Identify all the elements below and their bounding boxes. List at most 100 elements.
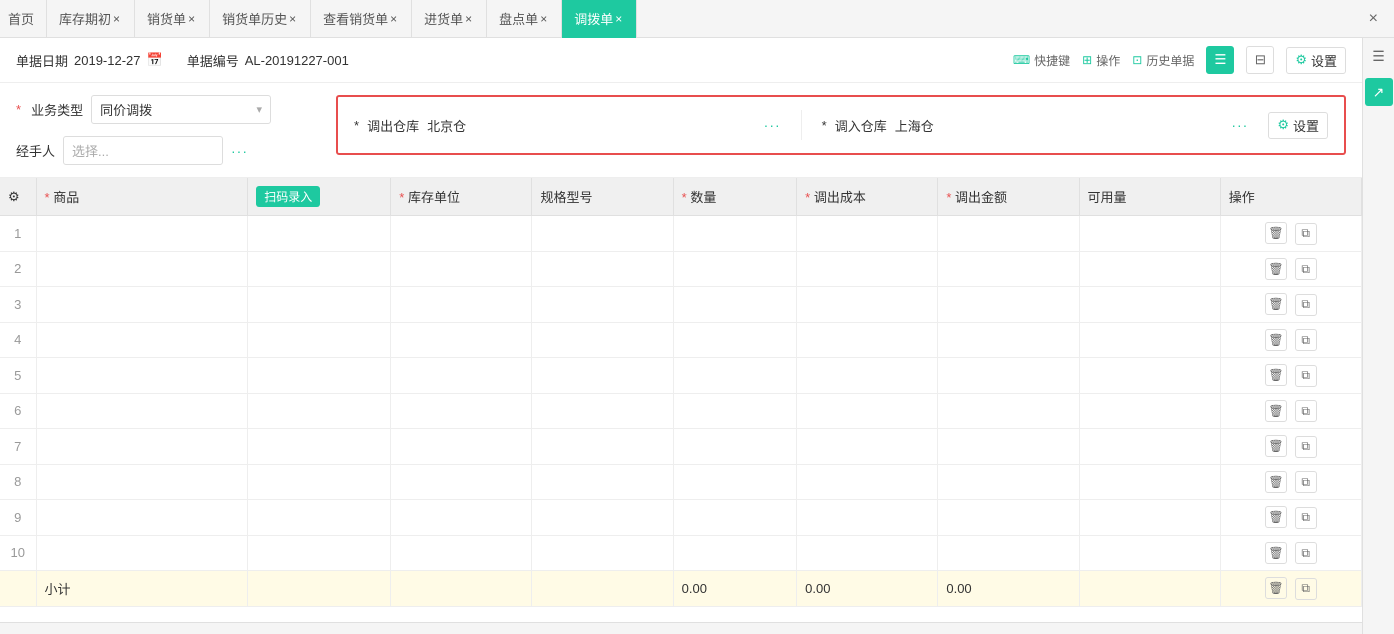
row-spec[interactable] (532, 251, 673, 287)
row-qty[interactable] (673, 216, 797, 252)
person-more-button[interactable]: ··· (231, 143, 248, 159)
row-qty[interactable] (673, 393, 797, 429)
row-spec[interactable] (532, 429, 673, 465)
row-cost[interactable] (797, 464, 938, 500)
row-cost[interactable] (797, 358, 938, 394)
row-delete-btn[interactable]: 🗑 (1265, 329, 1287, 351)
sidebar-list-icon[interactable]: ☰ (1365, 42, 1393, 70)
row-unit[interactable] (391, 429, 532, 465)
row-unit[interactable] (391, 216, 532, 252)
sidebar-export-icon[interactable]: ↗ (1365, 78, 1393, 106)
row-unit[interactable] (391, 251, 532, 287)
row-copy-btn[interactable]: ⧉ (1295, 223, 1317, 245)
row-cost[interactable] (797, 500, 938, 536)
row-amount[interactable] (938, 216, 1079, 252)
row-amount[interactable] (938, 393, 1079, 429)
row-cost[interactable] (797, 216, 938, 252)
row-delete-btn[interactable]: 🗑 (1265, 506, 1287, 528)
row-amount[interactable] (938, 287, 1079, 323)
row-cost[interactable] (797, 429, 938, 465)
tab-stock-init-close[interactable]: × (111, 12, 122, 26)
scan-button[interactable]: 扫码录入 (256, 186, 320, 207)
row-unit[interactable] (391, 322, 532, 358)
row-product[interactable] (36, 429, 248, 465)
row-amount[interactable] (938, 429, 1079, 465)
row-spec[interactable] (532, 464, 673, 500)
row-spec[interactable] (532, 216, 673, 252)
row-copy-btn[interactable]: ⧉ (1295, 471, 1317, 493)
calendar-icon[interactable]: 📅 (147, 52, 163, 68)
tab-purchase-close[interactable]: × (463, 12, 474, 26)
row-unit[interactable] (391, 393, 532, 429)
row-spec[interactable] (532, 322, 673, 358)
row-delete-btn[interactable]: 🗑 (1265, 542, 1287, 564)
row-amount[interactable] (938, 251, 1079, 287)
tab-sales-order-close[interactable]: × (186, 12, 197, 26)
row-qty[interactable] (673, 358, 797, 394)
subtotal-delete-btn[interactable]: 🗑 (1265, 577, 1287, 599)
person-select[interactable]: 选择... (63, 136, 223, 165)
shortcut-button[interactable]: ⌨ 快捷键 (1013, 52, 1070, 69)
row-delete-btn[interactable]: 🗑 (1265, 364, 1287, 386)
row-product[interactable] (36, 216, 248, 252)
business-type-select[interactable]: 同价调拨 ▾ (91, 95, 271, 124)
tab-inventory[interactable]: 盘点单 × (487, 0, 562, 38)
row-copy-btn[interactable]: ⧉ (1295, 329, 1317, 351)
row-cost[interactable] (797, 322, 938, 358)
row-product[interactable] (36, 322, 248, 358)
tab-view-sales-close[interactable]: × (388, 12, 399, 26)
row-qty[interactable] (673, 535, 797, 571)
row-spec[interactable] (532, 535, 673, 571)
row-qty[interactable] (673, 464, 797, 500)
row-copy-btn[interactable]: ⧉ (1295, 400, 1317, 422)
row-unit[interactable] (391, 464, 532, 500)
row-cost[interactable] (797, 535, 938, 571)
settings-button[interactable]: ⚙ 设置 (1286, 47, 1346, 74)
row-delete-btn[interactable]: 🗑 (1265, 258, 1287, 280)
row-product[interactable] (36, 464, 248, 500)
row-amount[interactable] (938, 464, 1079, 500)
row-qty[interactable] (673, 500, 797, 536)
row-product[interactable] (36, 500, 248, 536)
row-unit[interactable] (391, 535, 532, 571)
layout-grid-button[interactable]: ⊟ (1246, 46, 1274, 74)
tab-sales-order[interactable]: 销货单 × (135, 0, 210, 38)
row-delete-btn[interactable]: 🗑 (1265, 471, 1287, 493)
subtotal-copy-btn[interactable]: ⧉ (1295, 578, 1317, 600)
row-unit[interactable] (391, 287, 532, 323)
tab-purchase[interactable]: 进货单 × (412, 0, 487, 38)
warehouse-out-more-button[interactable]: ··· (764, 117, 781, 133)
warehouse-in-more-button[interactable]: ··· (1231, 117, 1248, 133)
tab-stock-init[interactable]: 库存期初 × (47, 0, 135, 38)
row-spec[interactable] (532, 358, 673, 394)
row-copy-btn[interactable]: ⧉ (1295, 507, 1317, 529)
row-product[interactable] (36, 535, 248, 571)
operations-button[interactable]: ⊞ 操作 (1082, 52, 1120, 69)
scroll-bar[interactable] (0, 622, 1362, 634)
warehouse-settings-button[interactable]: ⚙ 设置 (1268, 112, 1328, 139)
row-copy-btn[interactable]: ⧉ (1295, 258, 1317, 280)
window-close-button[interactable]: × (1361, 10, 1386, 28)
tab-home[interactable]: 首页 (8, 0, 47, 38)
tab-transfer-close[interactable]: × (613, 12, 624, 26)
row-cost[interactable] (797, 251, 938, 287)
row-unit[interactable] (391, 358, 532, 394)
row-delete-btn[interactable]: 🗑 (1265, 400, 1287, 422)
row-copy-btn[interactable]: ⧉ (1295, 436, 1317, 458)
history-button[interactable]: ⊡ 历史单据 (1132, 52, 1194, 69)
row-qty[interactable] (673, 322, 797, 358)
row-delete-btn[interactable]: 🗑 (1265, 222, 1287, 244)
row-spec[interactable] (532, 500, 673, 536)
tab-transfer[interactable]: 调拨单 × (562, 0, 637, 38)
row-qty[interactable] (673, 251, 797, 287)
layout-list-button[interactable]: ☰ (1206, 46, 1234, 74)
row-copy-btn[interactable]: ⧉ (1295, 365, 1317, 387)
tab-sales-history[interactable]: 销货单历史 × (210, 0, 311, 38)
row-product[interactable] (36, 358, 248, 394)
row-product[interactable] (36, 251, 248, 287)
row-product[interactable] (36, 287, 248, 323)
row-qty[interactable] (673, 287, 797, 323)
row-cost[interactable] (797, 393, 938, 429)
tab-inventory-close[interactable]: × (538, 12, 549, 26)
col-settings-header[interactable]: ⚙ (0, 178, 36, 216)
